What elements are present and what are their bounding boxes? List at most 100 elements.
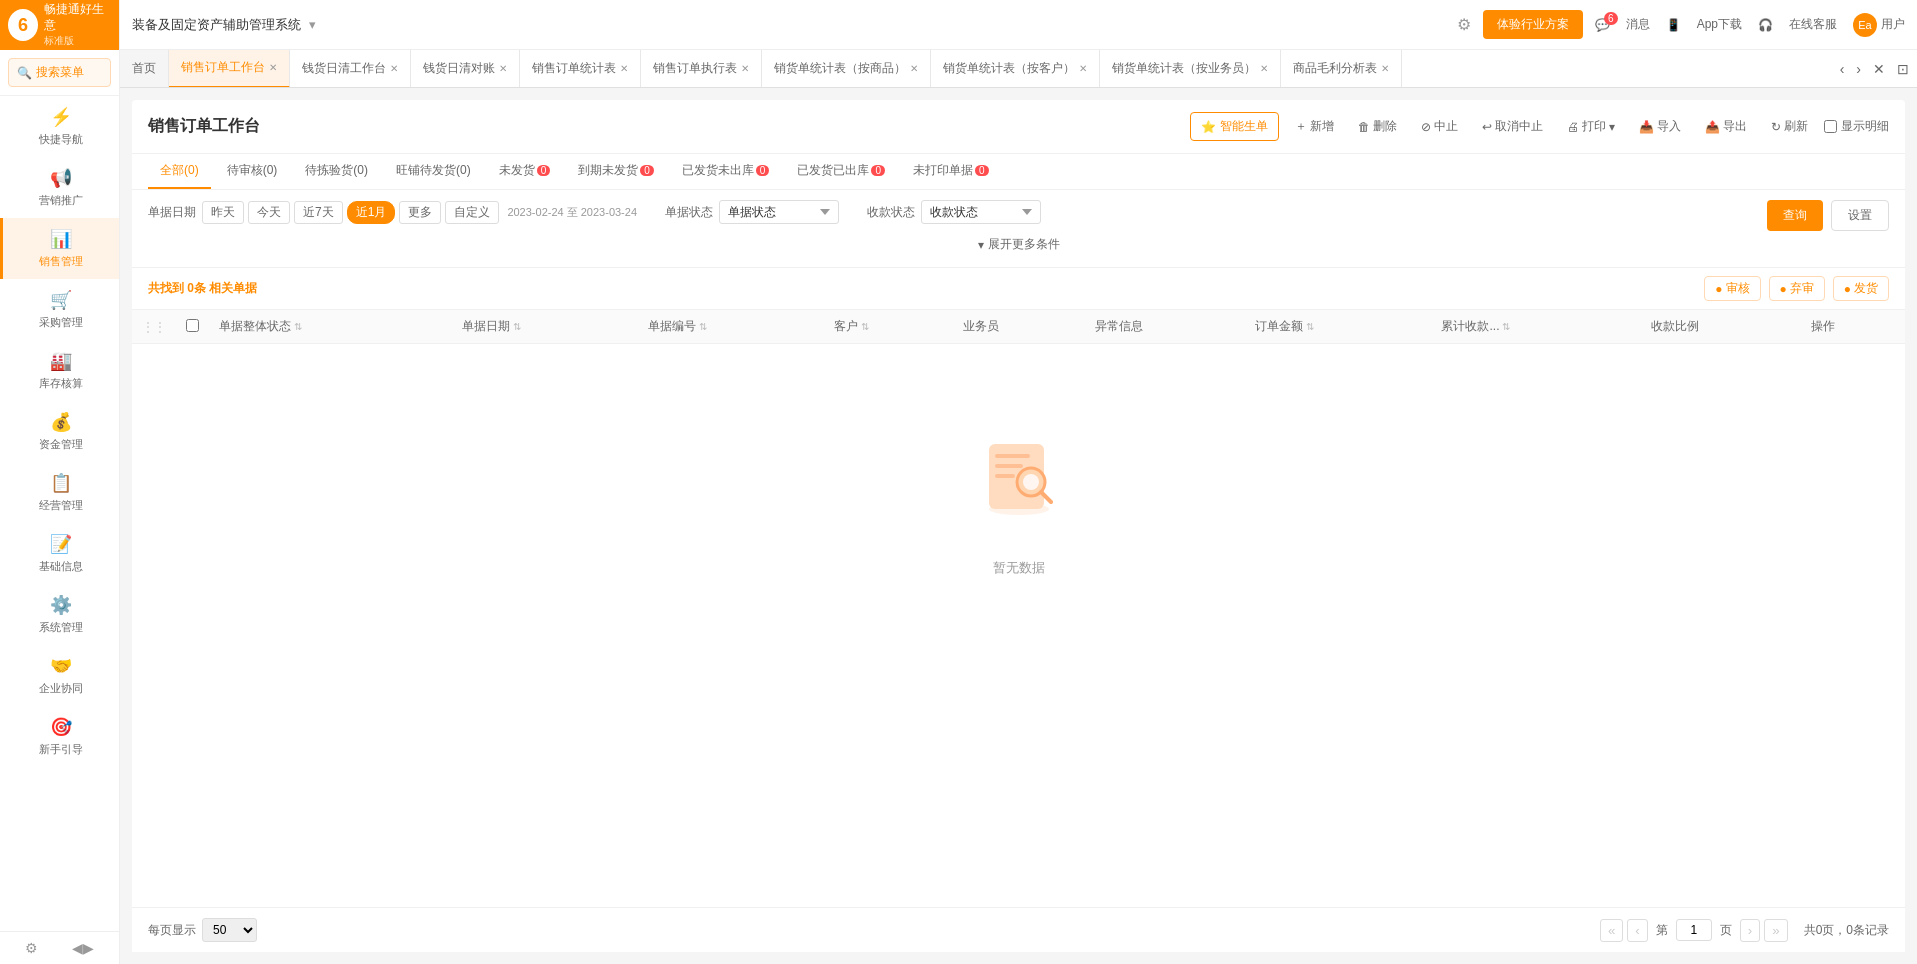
ship-dot-icon: ●	[1844, 282, 1851, 296]
sidebar-item-basic[interactable]: 📝 基础信息	[0, 523, 119, 584]
filter-tab-all[interactable]: 全部(0)	[148, 154, 211, 189]
sidebar-item-management[interactable]: 📋 经营管理	[0, 462, 119, 523]
tab-scroll-left-button[interactable]: ‹	[1836, 59, 1849, 79]
chevron-down-icon: ▾	[309, 17, 316, 32]
date-1month-button[interactable]: 近1月	[347, 201, 396, 224]
th-date-sort-icon[interactable]: ⇅	[513, 321, 521, 332]
tab-salesman-stats[interactable]: 销货单统计表（按业务员） ✕	[1100, 50, 1281, 88]
inventory-label: 库存核算	[39, 376, 83, 391]
tab-goods-stats[interactable]: 销货单统计表（按商品） ✕	[762, 50, 931, 88]
th-customer-sort-icon[interactable]: ⇅	[861, 321, 869, 332]
smart-generate-label: 智能生单	[1220, 118, 1268, 135]
tab-sales-workbench-close-icon[interactable]: ✕	[269, 62, 277, 73]
sidebar-item-guide[interactable]: 🎯 新手引导	[0, 706, 119, 767]
sidebar-item-collab[interactable]: 🤝 企业协同	[0, 645, 119, 706]
last-page-button[interactable]: »	[1764, 919, 1787, 942]
filter-tab-not-printed[interactable]: 未打印单据0	[901, 154, 1001, 189]
add-button[interactable]: ＋ 新增	[1287, 114, 1342, 139]
payment-select[interactable]: 收款状态	[921, 200, 1041, 224]
logo-brand: 畅捷通好生意	[44, 2, 111, 33]
tab-scroll-right-button[interactable]: ›	[1852, 59, 1865, 79]
tab-goods-stats-close-icon[interactable]: ✕	[910, 63, 918, 74]
expand-more-button[interactable]: ▾ 展开更多条件	[966, 232, 1072, 257]
topbar-gear-icon[interactable]: ⚙	[1457, 15, 1471, 34]
th-number-sort-icon[interactable]: ⇅	[699, 321, 707, 332]
abandon-review-button[interactable]: ● 弃审	[1769, 276, 1825, 301]
tab-salesman-stats-close-icon[interactable]: ✕	[1260, 63, 1268, 74]
review-button[interactable]: ● 审核	[1704, 276, 1760, 301]
setting-button[interactable]: 设置	[1831, 200, 1889, 231]
delete-label: 删除	[1373, 118, 1397, 135]
logo-text: 畅捷通好生意 标准版	[44, 2, 111, 47]
tab-customer-stats[interactable]: 销货单统计表（按客户） ✕	[931, 50, 1100, 88]
next-page-button[interactable]: ›	[1740, 919, 1760, 942]
tab-margin-analysis[interactable]: 商品毛利分析表 ✕	[1281, 50, 1402, 88]
sidebar-item-nav[interactable]: ⚡ 快捷导航	[0, 96, 119, 157]
sidebar-item-purchase[interactable]: 🛒 采购管理	[0, 279, 119, 340]
sidebar-item-inventory[interactable]: 🏭 库存核算	[0, 340, 119, 401]
tab-expand-button[interactable]: ⊡	[1893, 59, 1913, 79]
tab-daily-clear[interactable]: 钱货日清工作台 ✕	[290, 50, 411, 88]
tab-sales-stats[interactable]: 销售订单统计表 ✕	[520, 50, 641, 88]
detail-checkbox-label[interactable]: 显示明细	[1824, 118, 1889, 135]
tab-sales-exec-close-icon[interactable]: ✕	[741, 63, 749, 74]
import-button[interactable]: 📥 导入	[1631, 114, 1689, 139]
th-cumulative-sort-icon[interactable]: ⇅	[1502, 321, 1510, 332]
sidebar-item-system[interactable]: ⚙️ 系统管理	[0, 584, 119, 645]
tab-sales-stats-close-icon[interactable]: ✕	[620, 63, 628, 74]
current-page-input[interactable]	[1676, 919, 1712, 941]
tab-sales-exec[interactable]: 销售订单执行表 ✕	[641, 50, 762, 88]
th-amount-sort-icon[interactable]: ⇅	[1306, 321, 1314, 332]
first-page-button[interactable]: «	[1600, 919, 1623, 942]
sidebar-item-marketing[interactable]: 📢 营销推广	[0, 157, 119, 218]
cancel-stop-button[interactable]: ↩ 取消中止	[1474, 114, 1551, 139]
th-status-sort-icon[interactable]: ⇅	[294, 321, 302, 332]
date-7days-button[interactable]: 近7天	[294, 201, 343, 224]
solution-button[interactable]: 体验行业方案	[1483, 10, 1583, 39]
filter-tab-wangpu-pending[interactable]: 旺铺待发货(0)	[384, 154, 483, 189]
sidebar-item-sales[interactable]: 📊 销售管理	[0, 218, 119, 279]
prev-page-button[interactable]: ‹	[1627, 919, 1647, 942]
print-button[interactable]: 🖨 打印 ▾	[1559, 114, 1623, 139]
app-download-link[interactable]: App下载	[1697, 16, 1742, 33]
tab-margin-analysis-close-icon[interactable]: ✕	[1381, 63, 1389, 74]
delete-button[interactable]: 🗑 删除	[1350, 114, 1405, 139]
status-filter: 单据状态 单据状态	[665, 200, 839, 224]
filter-tab-shipped-out[interactable]: 已发货已出库0	[785, 154, 897, 189]
export-button[interactable]: 📤 导出	[1697, 114, 1755, 139]
date-today-button[interactable]: 今天	[248, 201, 290, 224]
svg-rect-4	[995, 474, 1015, 478]
per-page-select[interactable]: 50 10 20 100	[202, 918, 257, 942]
messages-badge-container[interactable]: 💬 6	[1595, 18, 1610, 32]
collapse-sidebar-icon[interactable]: ◀▶	[72, 940, 94, 956]
tab-sales-workbench[interactable]: 销售订单工作台 ✕	[169, 50, 290, 88]
search-menu-button[interactable]: 🔍 搜索菜单	[8, 58, 111, 87]
tab-daily-clear-close-icon[interactable]: ✕	[390, 63, 398, 74]
tab-customer-stats-close-icon[interactable]: ✕	[1079, 63, 1087, 74]
tab-close-all-button[interactable]: ✕	[1869, 59, 1889, 79]
stop-button[interactable]: ⊘ 中止	[1413, 114, 1466, 139]
settings-gear-icon[interactable]: ⚙	[25, 940, 38, 956]
status-select[interactable]: 单据状态	[719, 200, 839, 224]
smart-generate-button[interactable]: ⭐ 智能生单	[1190, 112, 1279, 141]
select-all-checkbox[interactable]	[186, 319, 199, 332]
th-action-label: 操作	[1811, 319, 1835, 333]
query-button[interactable]: 查询	[1767, 200, 1823, 231]
filter-tab-shipped-not-out[interactable]: 已发货未出库0	[670, 154, 782, 189]
date-more-button[interactable]: 更多	[399, 201, 441, 224]
online-service-link[interactable]: 在线客服	[1789, 16, 1837, 33]
tab-reconcile-close-icon[interactable]: ✕	[499, 63, 507, 74]
filter-tab-pending-inspect[interactable]: 待拣验货(0)	[293, 154, 380, 189]
date-yesterday-button[interactable]: 昨天	[202, 201, 244, 224]
detail-checkbox[interactable]	[1824, 120, 1837, 133]
filter-tab-pending-review[interactable]: 待审核(0)	[215, 154, 290, 189]
sidebar-item-finance[interactable]: 💰 资金管理	[0, 401, 119, 462]
date-custom-button[interactable]: 自定义	[445, 201, 499, 224]
user-area[interactable]: Ea 用户	[1853, 13, 1905, 37]
tab-home[interactable]: 首页	[120, 50, 169, 88]
tab-reconcile[interactable]: 钱货日清对账 ✕	[411, 50, 520, 88]
refresh-button[interactable]: ↻ 刷新	[1763, 114, 1816, 139]
filter-tab-overdue-not-shipped[interactable]: 到期未发货0	[566, 154, 666, 189]
ship-button[interactable]: ● 发货	[1833, 276, 1889, 301]
filter-tab-not-shipped[interactable]: 未发货0	[487, 154, 563, 189]
